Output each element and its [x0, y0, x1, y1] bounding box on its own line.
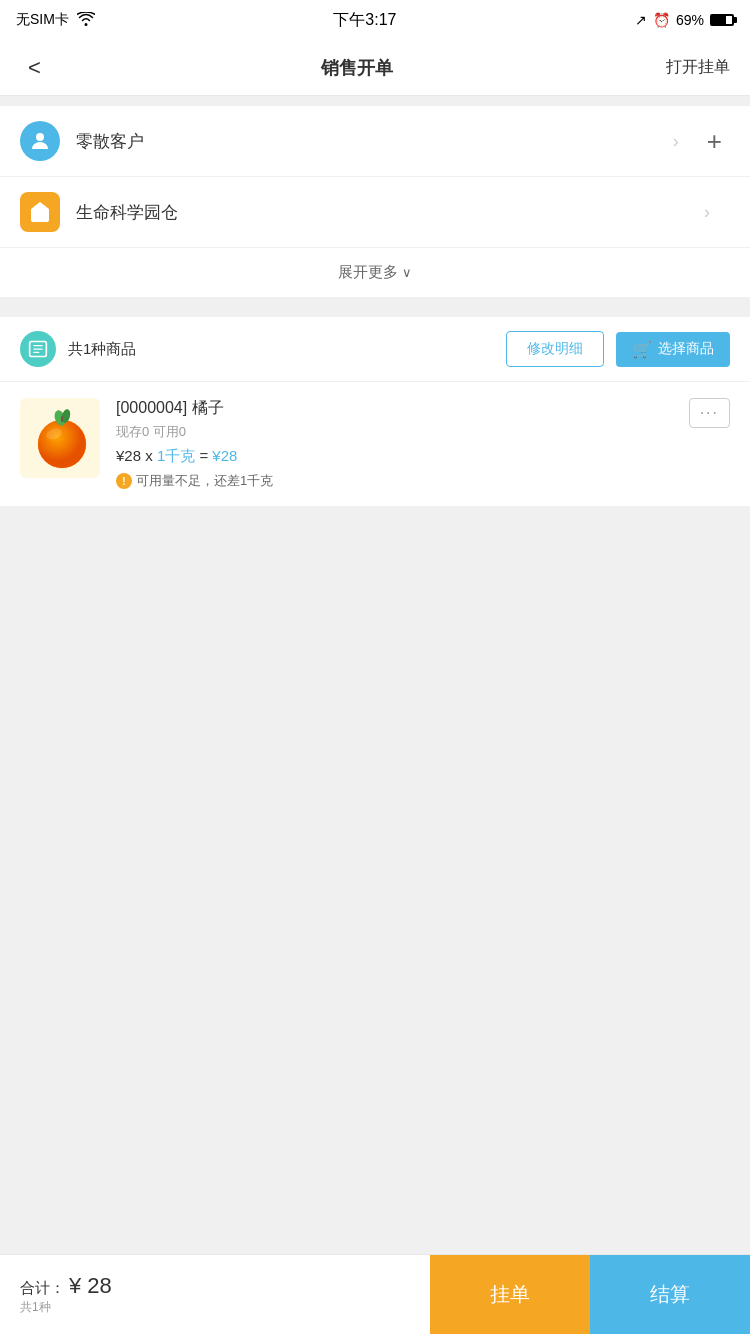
total-count: 共1种: [20, 1299, 410, 1316]
customer-name: 零散客户: [76, 130, 673, 153]
back-button[interactable]: <: [20, 47, 49, 89]
equals-sign: =: [199, 447, 208, 464]
battery-percent: 69%: [676, 12, 704, 28]
product-title: 橘子: [192, 399, 224, 416]
total-label: 合计：: [20, 1279, 65, 1298]
multiply-sign: x: [145, 447, 153, 464]
expand-more-label: 展开更多: [338, 263, 398, 282]
edit-detail-button[interactable]: 修改明细: [506, 331, 604, 367]
warehouse-row[interactable]: 生命科学园仓 ›: [0, 177, 750, 247]
product-price-line: ¥28 x 1千克 = ¥28: [116, 447, 689, 466]
product-stock: 现存0 可用0: [116, 423, 689, 441]
orange-fruit-image: [24, 402, 96, 474]
product-count-icon: [20, 331, 56, 367]
status-left: 无SIM卡: [16, 11, 95, 29]
open-pending-button[interactable]: 打开挂单: [666, 57, 730, 78]
location-icon: ↗: [635, 12, 647, 28]
product-header: 共1种商品 修改明细 🛒 选择商品: [0, 317, 750, 382]
hang-bill-button[interactable]: 挂单: [430, 1255, 590, 1335]
select-product-button[interactable]: 🛒 选择商品: [616, 332, 730, 367]
status-bar: 无SIM卡 下午3:17 ↗ ⏰ 69%: [0, 0, 750, 40]
status-time: 下午3:17: [333, 10, 396, 31]
warehouse-chevron-icon: ›: [704, 202, 710, 223]
product-quantity: 1千克: [157, 447, 195, 464]
section-gap-2: [0, 297, 750, 307]
product-total: ¥28: [212, 447, 237, 464]
carrier-label: 无SIM卡: [16, 11, 69, 29]
warehouse-name: 生命科学园仓: [76, 201, 704, 224]
warning-icon: !: [116, 473, 132, 489]
bottom-bar: 合计： ¥ 28 共1种 挂单 结算: [0, 1254, 750, 1334]
battery-icon: [710, 14, 734, 26]
section-gap-1: [0, 96, 750, 106]
customer-row[interactable]: 零散客户 › +: [0, 106, 750, 176]
wifi-icon: [77, 12, 95, 29]
customer-avatar: [20, 121, 60, 161]
product-info: [0000004] 橘子 现存0 可用0 ¥28 x 1千克 = ¥28 ! 可…: [116, 398, 689, 490]
product-count-text: 共1种商品: [68, 340, 494, 359]
product-price: ¥28: [116, 447, 141, 464]
product-warning: ! 可用量不足，还差1千克: [116, 472, 689, 490]
product-more-button[interactable]: ···: [689, 398, 730, 428]
warning-text: 可用量不足，还差1千克: [136, 472, 273, 490]
select-product-label: 选择商品: [658, 340, 714, 358]
page-title: 销售开单: [321, 56, 393, 80]
total-amount: ¥ 28: [69, 1273, 112, 1299]
nav-bar: < 销售开单 打开挂单: [0, 40, 750, 96]
total-area: 合计： ¥ 28 共1种: [0, 1263, 430, 1326]
main-content-area: [0, 506, 750, 966]
warehouse-icon: [20, 192, 60, 232]
add-customer-button[interactable]: +: [699, 122, 730, 161]
svg-point-0: [36, 133, 44, 141]
svg-rect-1: [37, 213, 43, 221]
checkout-button[interactable]: 结算: [590, 1255, 750, 1335]
product-item: [0000004] 橘子 现存0 可用0 ¥28 x 1千克 = ¥28 ! 可…: [0, 382, 750, 506]
svg-rect-8: [61, 416, 63, 422]
expand-arrow-icon: ∨: [402, 265, 412, 280]
expand-more-row[interactable]: 展开更多 ∨: [0, 247, 750, 297]
cart-icon: 🛒: [632, 340, 652, 359]
customer-chevron-icon: ›: [673, 131, 679, 152]
product-section: 共1种商品 修改明细 🛒 选择商品: [0, 317, 750, 506]
product-name: [0000004] 橘子: [116, 398, 689, 419]
status-right: ↗ ⏰ 69%: [635, 12, 734, 28]
alarm-icon: ⏰: [653, 12, 670, 28]
product-image: [20, 398, 100, 478]
product-code: [0000004]: [116, 399, 187, 416]
